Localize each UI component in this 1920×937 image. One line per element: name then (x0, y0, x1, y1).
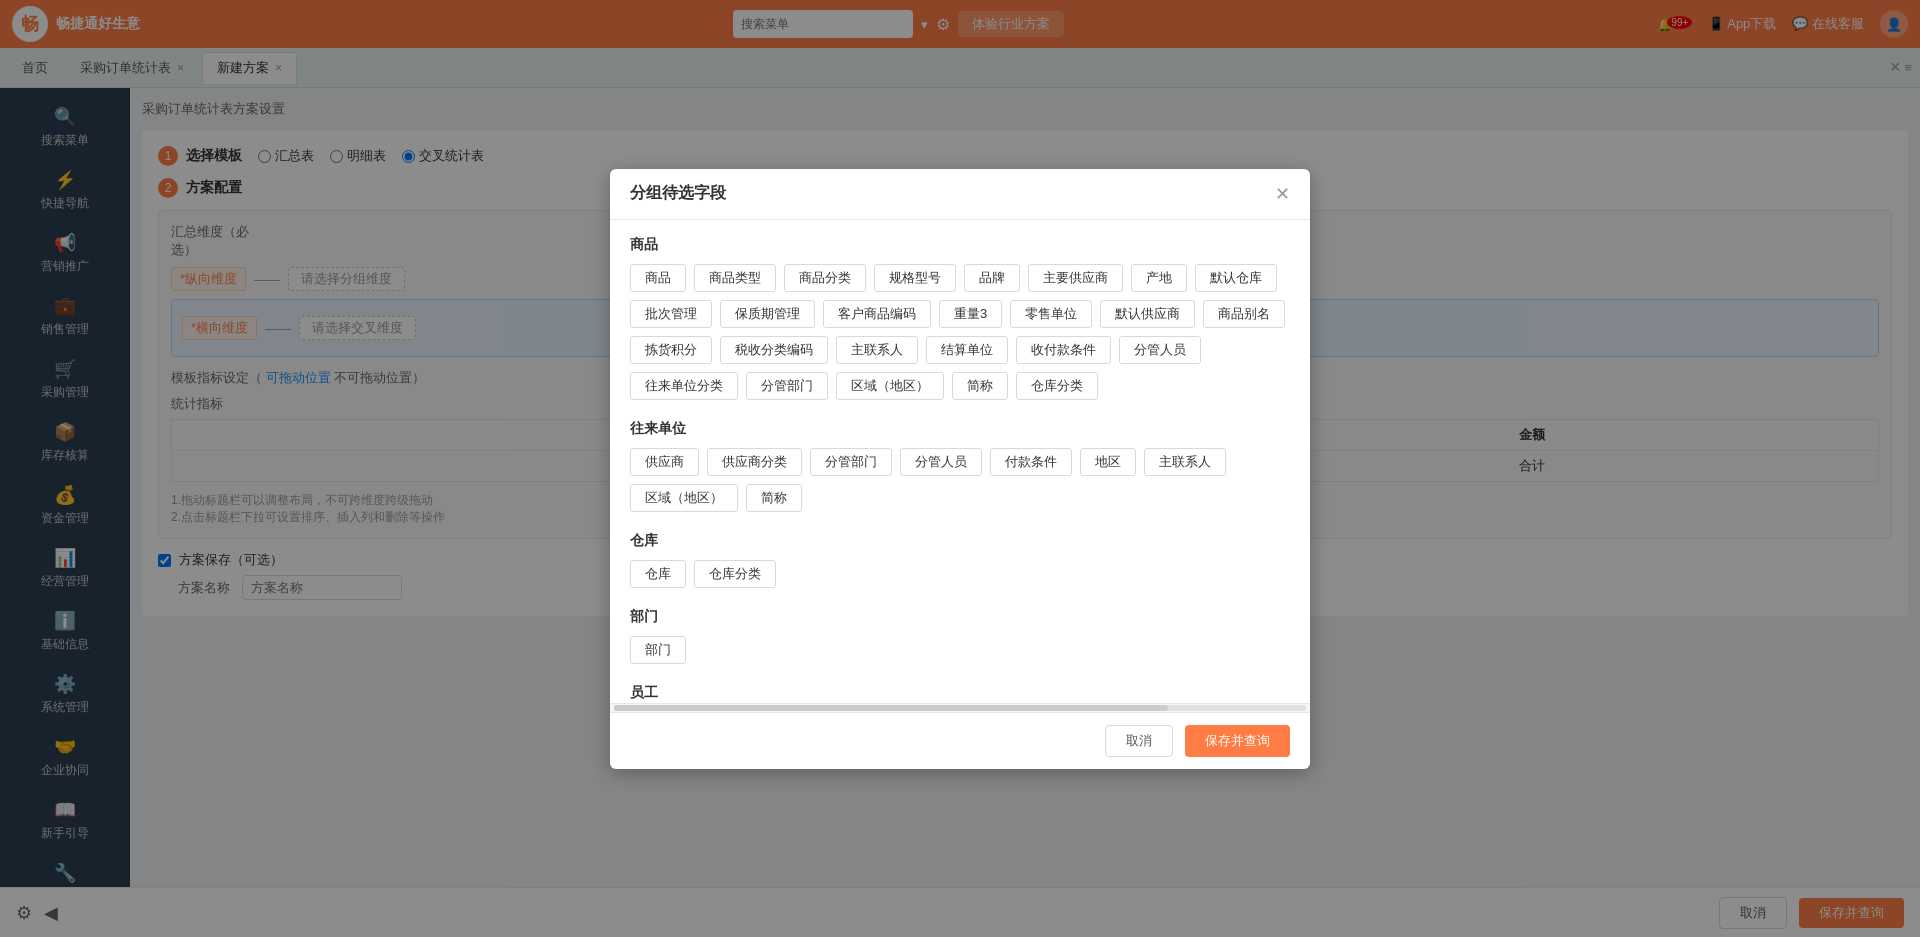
field-tag[interactable]: 主联系人 (836, 336, 918, 364)
section-partner: 往来单位 供应商 供应商分类 分管部门 分管人员 付款条件 地区 主联系人 区域… (630, 420, 1290, 512)
section-goods-fields: 商品 商品类型 商品分类 规格型号 品牌 主要供应商 产地 默认仓库 批次管理 … (630, 264, 1290, 400)
field-tag[interactable]: 仓库分类 (1016, 372, 1098, 400)
field-tag[interactable]: 简称 (952, 372, 1008, 400)
field-tag[interactable]: 商品别名 (1203, 300, 1285, 328)
field-tag[interactable]: 批次管理 (630, 300, 712, 328)
confirm-button[interactable]: 保存并查询 (1185, 725, 1290, 757)
section-warehouse: 仓库 仓库 仓库分类 (630, 532, 1290, 588)
field-tag[interactable]: 默认仓库 (1195, 264, 1277, 292)
field-tag[interactable]: 分管人员 (900, 448, 982, 476)
cancel-button[interactable]: 取消 (1105, 725, 1173, 757)
modal-header: 分组待选字段 ✕ (610, 169, 1310, 220)
field-tag[interactable]: 区域（地区） (836, 372, 944, 400)
field-tag[interactable]: 往来单位分类 (630, 372, 738, 400)
field-tag[interactable]: 商品 (630, 264, 686, 292)
field-tag[interactable]: 简称 (746, 484, 802, 512)
field-tag[interactable]: 默认供应商 (1100, 300, 1195, 328)
field-tag[interactable]: 拣货积分 (630, 336, 712, 364)
field-tag[interactable]: 主联系人 (1144, 448, 1226, 476)
field-tag[interactable]: 主要供应商 (1028, 264, 1123, 292)
field-tag[interactable]: 付款条件 (990, 448, 1072, 476)
field-tag[interactable]: 保质期管理 (720, 300, 815, 328)
field-tag[interactable]: 部门 (630, 636, 686, 664)
section-goods: 商品 商品 商品类型 商品分类 规格型号 品牌 主要供应商 产地 默认仓库 批次… (630, 236, 1290, 400)
section-partner-fields: 供应商 供应商分类 分管部门 分管人员 付款条件 地区 主联系人 区域（地区） … (630, 448, 1290, 512)
modal-body: 商品 商品 商品类型 商品分类 规格型号 品牌 主要供应商 产地 默认仓库 批次… (610, 220, 1310, 703)
field-tag[interactable]: 品牌 (964, 264, 1020, 292)
modal-close-button[interactable]: ✕ (1275, 183, 1290, 205)
field-tag[interactable]: 重量3 (939, 300, 1002, 328)
field-tag[interactable]: 分管部门 (810, 448, 892, 476)
field-tag[interactable]: 地区 (1080, 448, 1136, 476)
field-tag[interactable]: 仓库 (630, 560, 686, 588)
field-tag[interactable]: 供应商 (630, 448, 699, 476)
field-tag[interactable]: 供应商分类 (707, 448, 802, 476)
field-tag[interactable]: 仓库分类 (694, 560, 776, 588)
section-goods-title: 商品 (630, 236, 1290, 254)
field-tag[interactable]: 零售单位 (1010, 300, 1092, 328)
field-tag[interactable]: 分管部门 (746, 372, 828, 400)
section-employee-title: 员工 (630, 684, 1290, 702)
field-tag[interactable]: 商品分类 (784, 264, 866, 292)
section-employee: 员工 业务员 (630, 684, 1290, 703)
modal: 分组待选字段 ✕ 商品 商品 商品类型 商品分类 规格型号 品牌 主要供应商 产… (610, 169, 1310, 769)
section-warehouse-title: 仓库 (630, 532, 1290, 550)
field-tag[interactable]: 规格型号 (874, 264, 956, 292)
field-tag[interactable]: 客户商品编码 (823, 300, 931, 328)
section-warehouse-fields: 仓库 仓库分类 (630, 560, 1290, 588)
section-dept: 部门 部门 (630, 608, 1290, 664)
modal-title: 分组待选字段 (630, 183, 726, 204)
modal-horizontal-scroll (610, 703, 1310, 712)
field-tag[interactable]: 产地 (1131, 264, 1187, 292)
field-tag[interactable]: 分管人员 (1119, 336, 1201, 364)
section-dept-title: 部门 (630, 608, 1290, 626)
modal-footer: 取消 保存并查询 (610, 712, 1310, 769)
field-tag[interactable]: 税收分类编码 (720, 336, 828, 364)
section-dept-fields: 部门 (630, 636, 1290, 664)
section-partner-title: 往来单位 (630, 420, 1290, 438)
modal-overlay: 分组待选字段 ✕ 商品 商品 商品类型 商品分类 规格型号 品牌 主要供应商 产… (0, 0, 1920, 937)
field-tag[interactable]: 结算单位 (926, 336, 1008, 364)
field-tag[interactable]: 商品类型 (694, 264, 776, 292)
field-tag[interactable]: 收付款条件 (1016, 336, 1111, 364)
field-tag[interactable]: 区域（地区） (630, 484, 738, 512)
